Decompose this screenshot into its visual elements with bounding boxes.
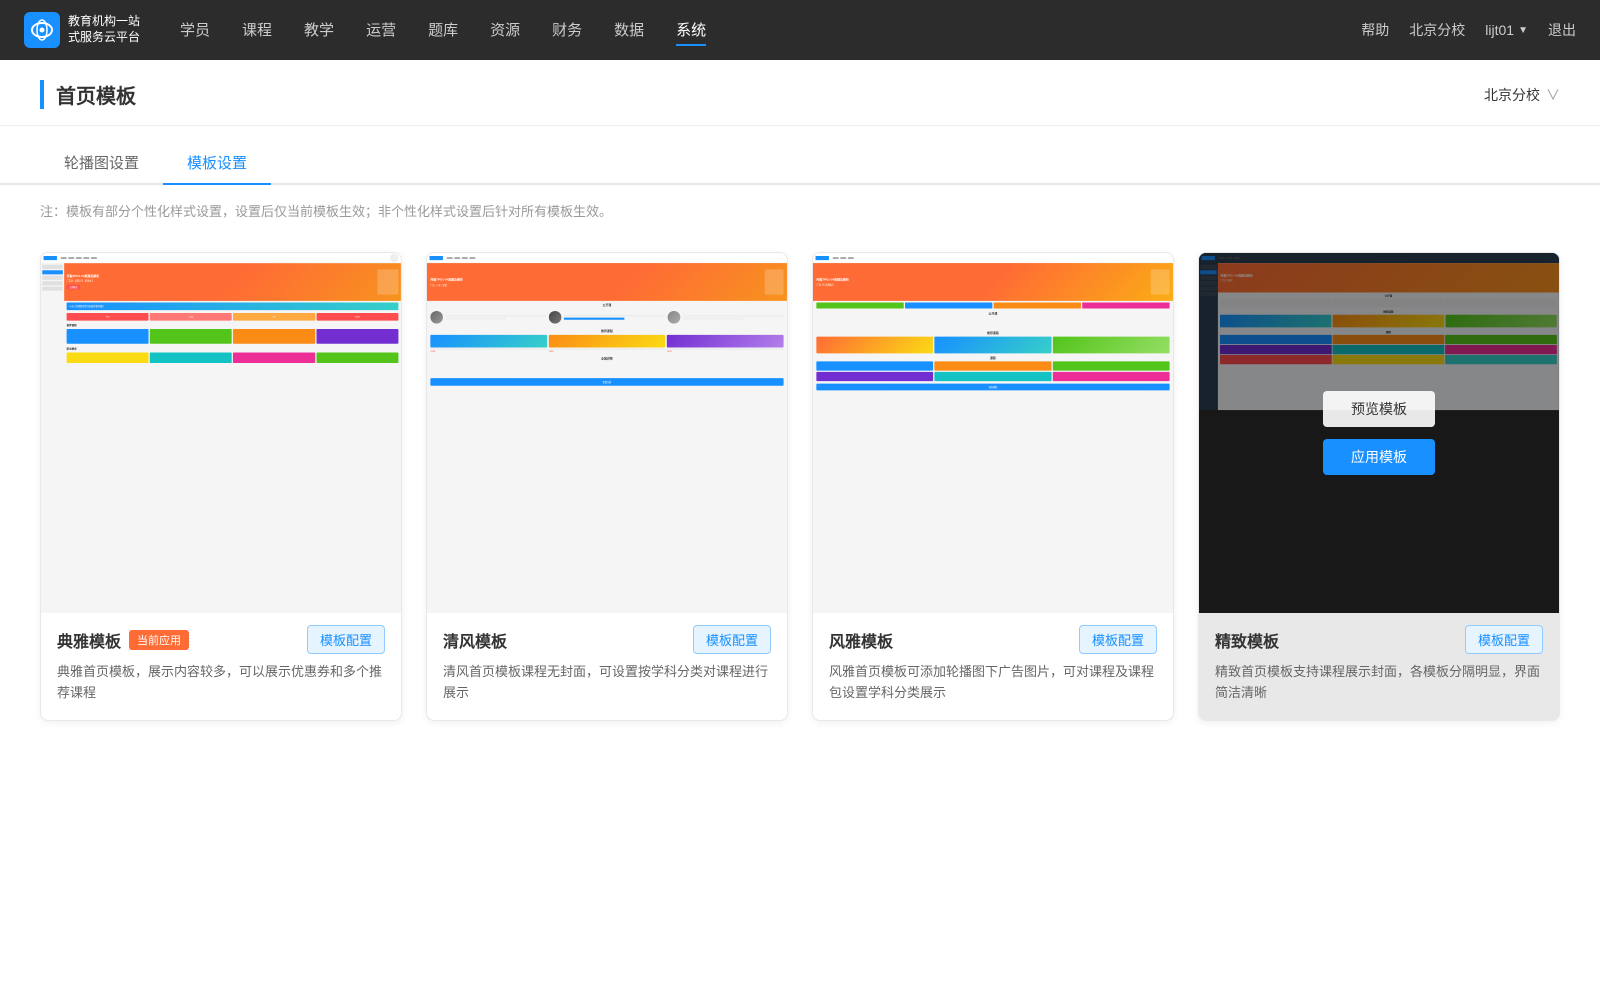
logo[interactable]: 教育机构一站 式服务云平台 [24,12,140,48]
template-info-refined: 精致模板 模板配置 精致首页模板支持课程展示封面，各模板分隔明显，界面简洁清晰 [1199,613,1559,720]
template-name-left-clean: 清风模板 [443,628,507,652]
branch-link[interactable]: 北京分校 [1409,20,1465,40]
config-button-refined[interactable]: 模板配置 [1465,625,1543,654]
logo-text: 教育机构一站 式服务云平台 [68,14,140,45]
template-preview-clean: 托福TPO1-54真题及解析 广告 · 口号 · 促销 公开课 [427,253,787,613]
nav-item-resources[interactable]: 资源 [490,15,520,46]
template-name-refined: 精致模板 [1215,628,1279,652]
help-link[interactable]: 帮助 [1361,20,1389,40]
nav-item-finance[interactable]: 财务 [552,15,582,46]
template-desc-clean: 清风首页模板课程无封面，可设置按学科分类对课程进行展示 [443,662,771,704]
template-info-elegant: 典雅模板 当前应用 模板配置 典雅首页模板，展示内容较多，可以展示优惠券和多个推… [41,613,401,720]
nav-item-teaching[interactable]: 教学 [304,15,334,46]
template-name-left-elegant2: 风雅模板 [829,628,893,652]
nav-item-questions[interactable]: 题库 [428,15,458,46]
page-title: 首页模板 [40,80,136,109]
template-badge-current: 当前应用 [129,630,189,650]
template-info-clean: 清风模板 模板配置 清风首页模板课程无封面，可设置按学科分类对课程进行展示 [427,613,787,720]
template-info-elegant2: 风雅模板 模板配置 风雅首页模板可添加轮播图下广告图片，可对课程及课程包设置学科… [813,613,1173,720]
user-dropdown-arrow: ▼ [1518,25,1528,36]
mock-site-elegant: 托福TPO1-54真题及解析 广告语 · 品牌口号 · 促销文字 立即报名 30… [41,253,401,404]
template-name-left-refined: 精致模板 [1215,628,1279,652]
navbar-right: 帮助 北京分校 lijt01 ▼ 退出 [1361,20,1576,40]
mock-site-elegant2: 托福TPO1-54真题及解析 广告口号 品牌展示 公开课 [813,253,1173,404]
template-preview-refined: 托福TPO1-54真题及解析 广告口号展示 公开课 [1199,253,1559,613]
template-preview-elegant2: 托福TPO1-54真题及解析 广告口号 品牌展示 公开课 [813,253,1173,613]
template-preview-elegant: 托福TPO1-54真题及解析 广告语 · 品牌口号 · 促销文字 立即报名 30… [41,253,401,613]
page-container: 首页模板 北京分校 ∨ 轮播图设置 模板设置 注：模板有部分个性化样式设置，设置… [0,60,1600,990]
branch-dropdown-arrow: ∨ [1546,85,1560,105]
note-text: 注：模板有部分个性化样式设置，设置后仅当前模板生效；非个性化样式设置后针对所有模… [0,185,1600,228]
template-name-row-clean: 清风模板 模板配置 [443,625,771,654]
config-button-clean[interactable]: 模板配置 [693,625,771,654]
template-desc-elegant2: 风雅首页模板可添加轮播图下广告图片，可对课程及课程包设置学科分类展示 [829,662,1157,704]
page-header: 首页模板 北京分校 ∨ [0,60,1600,126]
template-name-row-elegant2: 风雅模板 模板配置 [829,625,1157,654]
config-button-elegant[interactable]: 模板配置 [307,625,385,654]
logo-icon [24,12,60,48]
templates-grid: 托福TPO1-54真题及解析 广告语 · 品牌口号 · 促销文字 立即报名 30… [0,228,1600,761]
mock-site-clean: 托福TPO1-54真题及解析 广告 · 口号 · 促销 公开课 [427,253,787,404]
template-card-elegant2[interactable]: 托福TPO1-54真题及解析 广告口号 品牌展示 公开课 [812,252,1174,721]
template-desc-elegant: 典雅首页模板，展示内容较多，可以展示优惠券和多个推荐课程 [57,662,385,704]
nav-item-data[interactable]: 数据 [614,15,644,46]
nav-item-students[interactable]: 学员 [180,15,210,46]
tab-carousel[interactable]: 轮播图设置 [40,142,163,185]
nav-menu: 学员 课程 教学 运营 题库 资源 财务 数据 系统 [180,15,1361,46]
nav-item-operations[interactable]: 运营 [366,15,396,46]
template-name-left-elegant: 典雅模板 当前应用 [57,628,189,652]
template-name-elegant2: 风雅模板 [829,628,893,652]
navbar: 教育机构一站 式服务云平台 学员 课程 教学 运营 题库 资源 财务 数据 系统… [0,0,1600,60]
branch-label: 北京分校 [1484,85,1540,105]
logout-button[interactable]: 退出 [1548,20,1576,40]
username-label: lijt01 [1485,22,1514,38]
preview-button-refined[interactable]: 预览模板 [1323,391,1435,427]
config-button-elegant2[interactable]: 模板配置 [1079,625,1157,654]
template-preview-overlay-refined: 预览模板 应用模板 [1199,253,1559,613]
user-menu[interactable]: lijt01 ▼ [1485,22,1528,38]
tabs-container: 轮播图设置 模板设置 [0,142,1600,185]
apply-button-refined[interactable]: 应用模板 [1323,439,1435,475]
template-name-row-refined: 精致模板 模板配置 [1215,625,1543,654]
template-name-elegant: 典雅模板 [57,628,121,652]
branch-selector[interactable]: 北京分校 ∨ [1484,85,1560,105]
template-card-clean[interactable]: 托福TPO1-54真题及解析 广告 · 口号 · 促销 公开课 [426,252,788,721]
template-desc-refined: 精致首页模板支持课程展示封面，各模板分隔明显，界面简洁清晰 [1215,662,1543,704]
nav-item-system[interactable]: 系统 [676,15,706,46]
tab-template[interactable]: 模板设置 [163,142,271,185]
template-name-clean: 清风模板 [443,628,507,652]
template-card-refined[interactable]: 托福TPO1-54真题及解析 广告口号展示 公开课 [1198,252,1560,721]
template-card-elegant[interactable]: 托福TPO1-54真题及解析 广告语 · 品牌口号 · 促销文字 立即报名 30… [40,252,402,721]
nav-item-courses[interactable]: 课程 [242,15,272,46]
template-name-row-elegant: 典雅模板 当前应用 模板配置 [57,625,385,654]
